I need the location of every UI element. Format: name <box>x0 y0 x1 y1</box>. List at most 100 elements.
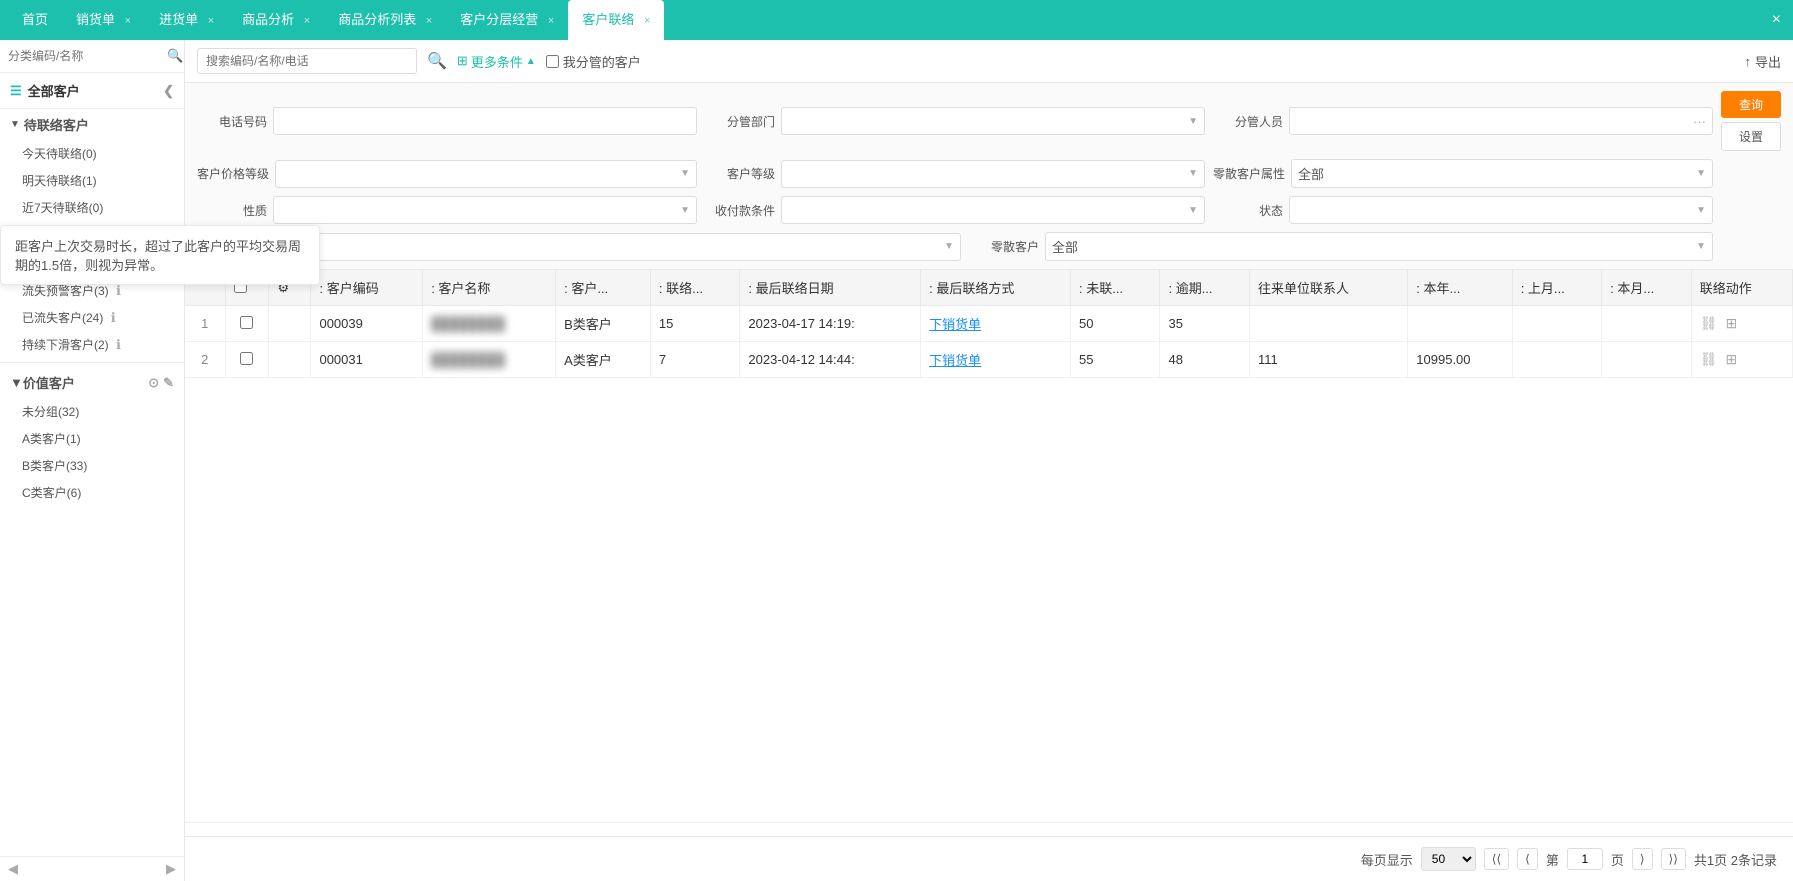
close-icon[interactable]: × <box>644 15 650 27</box>
nav-home[interactable]: 首页 <box>8 0 62 40</box>
action-link-icon[interactable]: ⛓ <box>1700 315 1718 332</box>
action-link-icon[interactable]: ⛓ <box>1700 351 1718 368</box>
add-icon[interactable]: ✎ <box>163 375 174 391</box>
action-grid-icon[interactable]: ⊞ <box>1725 351 1737 368</box>
filter-cell-nature: 性质 ▼ <box>197 196 697 224</box>
main-layout: 🔍 ☰ 全部客户 ❮ ▼ 待联络客户 今天待联络(0) 明天待联络(1) 近7天… <box>0 40 1793 881</box>
settings-button[interactable]: 设置 <box>1721 122 1781 151</box>
row-code: 000031 <box>311 342 423 378</box>
status-select[interactable]: ▼ <box>1289 196 1713 224</box>
nature-select[interactable]: ▼ <box>273 196 697 224</box>
more-conditions-button[interactable]: ⊞ 更多条件 ▲ <box>457 52 536 71</box>
query-button[interactable]: 查询 <box>1721 91 1781 118</box>
nav-customer-contact[interactable]: 客户联络 × <box>568 0 664 40</box>
prev-page-button[interactable]: ⟨ <box>1517 848 1538 870</box>
export-button[interactable]: ↑ 导出 <box>1744 52 1781 71</box>
page-number-input[interactable] <box>1567 848 1603 870</box>
sidebar-item-lost[interactable]: 已流失客户(24) ℹ <box>0 304 184 331</box>
sidebar-item-ungrouped[interactable]: 未分组(32) <box>0 398 184 425</box>
col-code-header: : 客户编码 <box>311 270 423 306</box>
my-customers-checkbox-label[interactable]: 我分管的客户 <box>546 52 641 71</box>
close-icon[interactable]: × <box>208 15 214 27</box>
retail-customer-select[interactable]: 全部 ▼ <box>1045 232 1713 261</box>
row-last-way-link[interactable]: 下销货单 <box>929 353 981 368</box>
customer-type-select[interactable]: ▼ <box>293 233 961 261</box>
sidebar-search-input[interactable] <box>8 49 163 63</box>
bottom-scrollbar[interactable] <box>185 822 1793 836</box>
filter-cell-phone: 电话号码 <box>197 107 697 135</box>
payment-select[interactable]: ▼ <box>781 196 1205 224</box>
sidebar-collapse-btn[interactable]: ❮ <box>163 83 174 99</box>
close-icon[interactable]: × <box>304 15 310 27</box>
table-area: ⚙ : 客户编码 : 客户名称 : 客户... : 联络... : 最后联络日期… <box>185 270 1793 822</box>
row-checkbox[interactable] <box>225 306 269 342</box>
close-all-button[interactable]: × <box>1772 11 1781 29</box>
row-partner <box>1249 306 1407 342</box>
row-name-blurred: ████████ <box>431 316 505 331</box>
sidebar-item-class-c[interactable]: C类客户(6) <box>0 479 184 506</box>
chevron-down-icon-3: ▼ <box>1188 168 1198 179</box>
row-select-checkbox[interactable] <box>240 352 253 365</box>
search-input[interactable] <box>197 48 417 74</box>
nav-product-list[interactable]: 商品分析列表 × <box>324 0 446 40</box>
export-icon: ↑ <box>1744 54 1751 69</box>
nav-customer-tier[interactable]: 客户分层经营 × <box>446 0 568 40</box>
sidebar-search-icon[interactable]: 🔍 <box>167 48 183 64</box>
sidebar-item-7days[interactable]: 近7天待联络(0) <box>0 194 184 221</box>
chevron-down-icon-4: ▼ <box>1696 168 1706 179</box>
status-label: 状态 <box>1213 202 1283 219</box>
filter-cell-dept: 分管部门 ▼ <box>705 107 1205 135</box>
col-last-date-header: : 最后联络日期 <box>740 270 921 306</box>
nav-purchase[interactable]: 进货单 × <box>145 0 228 40</box>
action-grid-icon[interactable]: ⊞ <box>1725 315 1737 332</box>
last-page-button[interactable]: ⟩⟩ <box>1661 848 1686 870</box>
sidebar-divider <box>0 362 184 363</box>
customer-grade-select[interactable]: ▼ <box>781 160 1205 188</box>
nav-product-analysis[interactable]: 商品分析 × <box>228 0 324 40</box>
more-conditions-label: 更多条件 <box>471 52 523 71</box>
row-uncontacted: 55 <box>1070 342 1160 378</box>
customer-grade-label: 客户等级 <box>705 165 775 182</box>
sidebar-item-class-a[interactable]: A类客户(1) <box>0 425 184 452</box>
per-page-select[interactable]: 50 100 200 <box>1421 847 1476 871</box>
first-page-button[interactable]: ⟨⟨ <box>1484 848 1509 870</box>
filter-row-1: 电话号码 分管部门 ▼ 分管人员 ··· <box>197 91 1781 151</box>
sidebar-item-declining[interactable]: 持续下滑客户(2) ℹ <box>0 331 184 358</box>
my-customers-checkbox[interactable] <box>546 55 559 68</box>
price-grade-select[interactable]: ▼ <box>275 160 697 188</box>
close-icon[interactable]: × <box>548 15 554 27</box>
row-overdue: 35 <box>1160 306 1250 342</box>
row-select-checkbox[interactable] <box>240 316 253 329</box>
close-icon[interactable]: × <box>426 15 432 27</box>
row-this-month <box>1602 342 1692 378</box>
row-last-way-link[interactable]: 下销货单 <box>929 317 981 332</box>
sidebar-bottom-scroll[interactable]: ◀▶ <box>0 856 184 881</box>
row-checkbox[interactable] <box>225 342 269 378</box>
filter-row-4: ··· 客户类型 ▼ 零散客户 全部 ▼ <box>197 232 1781 261</box>
row-last-month <box>1512 342 1602 378</box>
filter-actions: 查询 设置 <box>1721 91 1781 151</box>
sidebar-item-class-b[interactable]: B类客户(33) <box>0 452 184 479</box>
retail-attr-select[interactable]: 全部 ▼ <box>1291 159 1713 188</box>
chevron-down-icon-5: ▼ <box>680 205 690 216</box>
payment-label: 收付款条件 <box>705 202 775 219</box>
search-button[interactable]: 🔍 <box>427 51 447 71</box>
next-page-button[interactable]: ⟩ <box>1632 848 1653 870</box>
retail-attr-label: 零散客户属性 <box>1213 165 1285 182</box>
row-code: 000039 <box>311 306 423 342</box>
row-uncontacted: 50 <box>1070 306 1160 342</box>
sidebar-item-today[interactable]: 今天待联络(0) <box>0 140 184 167</box>
close-icon[interactable]: × <box>125 15 131 27</box>
row-actions: ⛓ ⊞ <box>1691 306 1792 342</box>
sidebar-item-tomorrow[interactable]: 明天待联络(1) <box>0 167 184 194</box>
dept-select[interactable]: ▼ <box>781 107 1205 135</box>
nav-sales[interactable]: 销货单 × <box>62 0 145 40</box>
edit-icon[interactable]: ⊙ <box>148 375 159 391</box>
person-select[interactable]: ··· <box>1289 107 1713 135</box>
phone-input[interactable] <box>273 107 697 135</box>
row-contact-count: 7 <box>650 342 740 378</box>
sidebar-group-pending[interactable]: ▼ 待联络客户 <box>0 109 184 140</box>
my-customers-label: 我分管的客户 <box>563 52 641 71</box>
col-last-month-header: : 上月... <box>1512 270 1602 306</box>
col-last-way-header: : 最后联络方式 <box>921 270 1071 306</box>
